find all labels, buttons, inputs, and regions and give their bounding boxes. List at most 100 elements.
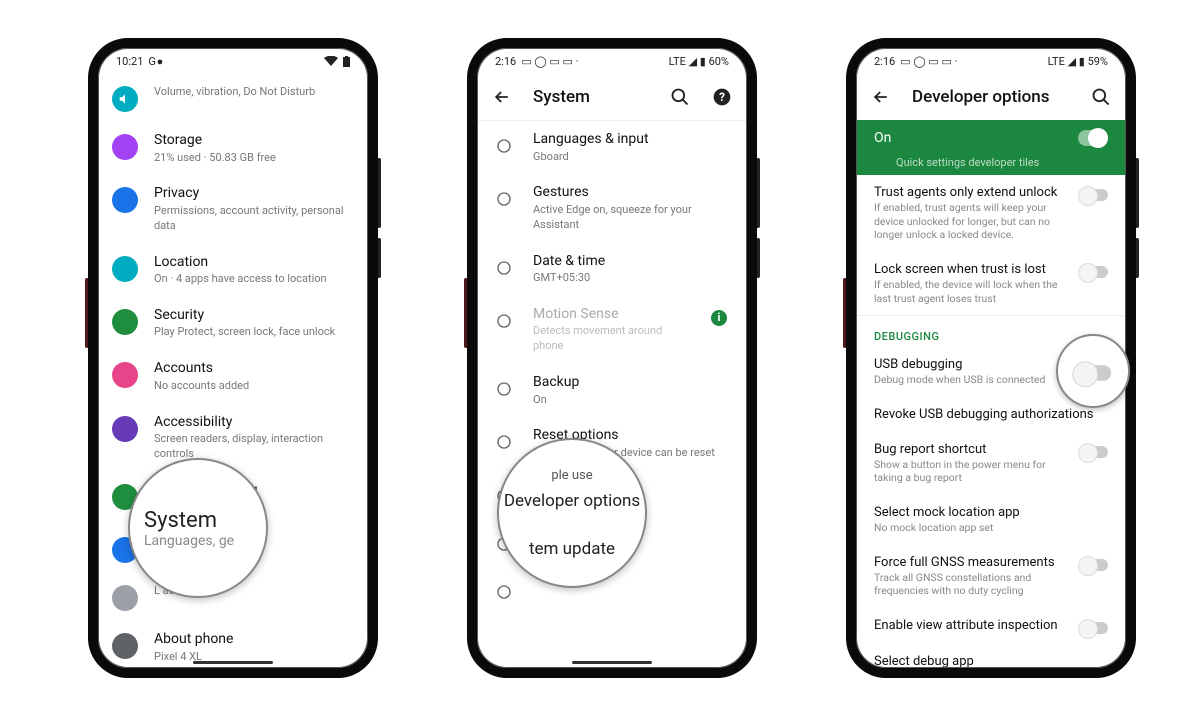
switch-off[interactable] <box>1080 266 1108 278</box>
row-subtitle: Active Edge on, squeeze for your Assista… <box>533 203 733 233</box>
row-subtitle: On · 4 apps have access to location <box>154 272 354 287</box>
row-subtitle: Detects movement around phone <box>533 324 695 354</box>
row-title: Lock screen when trust is lost <box>874 262 1070 277</box>
system-row[interactable]: Date & timeGMT+05:30 <box>477 243 747 296</box>
dev-row[interactable]: Select debug app <box>856 644 1126 668</box>
nav-handle[interactable] <box>193 661 273 664</box>
row-icon <box>112 309 138 335</box>
row-subtitle: No mock location app set <box>874 521 1108 535</box>
row-title: Revoke USB debugging authorizations <box>874 407 1108 422</box>
status-bar: 10:21 G ● <box>98 48 368 74</box>
row-icon <box>112 585 138 611</box>
row-icon <box>112 362 138 388</box>
dev-row[interactable]: Force full GNSS measurementsTrack all GN… <box>856 545 1126 608</box>
row-title: About phone <box>154 631 354 649</box>
row-icon <box>112 256 138 282</box>
system-row[interactable]: BackupOn <box>477 364 747 417</box>
volume-button <box>756 158 760 228</box>
row-icon <box>491 376 517 402</box>
row-subtitle: Screen readers, display, interaction con… <box>154 432 354 462</box>
row-subtitle: Volume, vibration, Do Not Disturb <box>154 85 354 100</box>
row-icon <box>112 416 138 442</box>
master-toggle-banner[interactable]: On <box>856 120 1126 156</box>
phone-developer-options: 2:16 ▭ ◯ ▭ ▭ · LTE ◢ ▮ 59% Developer opt… <box>846 38 1136 678</box>
dev-row[interactable]: Lock screen when trust is lostIf enabled… <box>856 252 1126 315</box>
search-icon[interactable] <box>1090 86 1112 108</box>
help-icon[interactable]: ? <box>711 86 733 108</box>
app-bar: System ? <box>477 74 747 120</box>
power-button <box>756 238 760 278</box>
dev-row[interactable]: Enable view attribute inspection <box>856 608 1126 644</box>
system-row[interactable]: Languages & inputGboard <box>477 121 747 174</box>
row-title: Select mock location app <box>874 505 1108 520</box>
status-time: 10:21 <box>116 55 143 68</box>
phone-settings-main: 10:21 G ● V <box>88 38 378 678</box>
row-title: Gestures <box>533 184 733 202</box>
status-time: 2:16 <box>874 55 895 68</box>
app-bar: Developer options <box>856 74 1126 120</box>
system-row[interactable]: Motion SenseDetects movement around phon… <box>477 296 747 364</box>
zoom-lens-system: System Languages, ge <box>128 458 268 598</box>
switch-off[interactable] <box>1080 559 1108 571</box>
row-icon <box>112 187 138 213</box>
settings-row[interactable]: AccessibilityScreen readers, display, in… <box>98 404 368 472</box>
info-badge-icon[interactable]: i <box>711 310 727 326</box>
zoom-line2: tem update <box>529 539 615 559</box>
master-switch-on[interactable] <box>1078 130 1108 146</box>
row-title: Date & time <box>533 253 733 271</box>
settings-row[interactable]: SecurityPlay Protect, screen lock, face … <box>98 297 368 350</box>
settings-row[interactable]: Storage21% used · 50.83 GB free <box>98 122 368 175</box>
volume-button <box>1135 158 1139 228</box>
settings-row-sound[interactable]: Volume, vibration, Do Not Disturb <box>98 74 368 122</box>
battery-icon <box>343 56 350 67</box>
switch-off[interactable] <box>1080 622 1108 634</box>
row-icon <box>491 255 517 281</box>
row-title: Backup <box>533 374 733 392</box>
back-icon[interactable] <box>870 86 892 108</box>
power-button <box>377 238 381 278</box>
dev-row[interactable]: Bug report shortcutShow a button in the … <box>856 432 1126 495</box>
row-subtitle: Play Protect, screen lock, face unlock <box>154 325 354 340</box>
row-subtitle: If enabled, the device will lock when th… <box>874 278 1070 305</box>
svg-text:?: ? <box>719 90 725 104</box>
settings-row[interactable]: PrivacyPermissions, account activity, pe… <box>98 175 368 243</box>
power-button <box>1135 238 1139 278</box>
row-subtitle: GMT+05:30 <box>533 271 733 286</box>
settings-row[interactable]: AccountsNo accounts added <box>98 350 368 403</box>
status-right: LTE ◢ ▮ 59% <box>1048 55 1108 68</box>
row-title: Location <box>154 254 354 272</box>
row-title: Languages & input <box>533 131 733 149</box>
zoom-above: ple use <box>551 468 592 483</box>
status-left-icons: G ● <box>148 55 162 68</box>
status-left-icons: ▭ ◯ ▭ ▭ · <box>521 55 578 68</box>
zoom-lens-usb-switch <box>1056 334 1130 408</box>
zoom-line1: Developer options <box>504 491 640 511</box>
row-title: Accessibility <box>154 414 354 432</box>
row-title: Enable view attribute inspection <box>874 618 1070 633</box>
pre-section-list[interactable]: Trust agents only extend unlockIf enable… <box>856 175 1126 315</box>
zoom-switch-off <box>1075 365 1111 381</box>
row-icon <box>112 633 138 659</box>
system-row[interactable]: GesturesActive Edge on, squeeze for your… <box>477 174 747 242</box>
back-icon[interactable] <box>491 86 513 108</box>
status-time: 2:16 <box>495 55 516 68</box>
nav-handle[interactable] <box>572 661 652 664</box>
zoom-sub: Languages, ge <box>144 533 266 549</box>
settings-row[interactable]: LocationOn · 4 apps have access to locat… <box>98 244 368 297</box>
switch-off[interactable] <box>1080 446 1108 458</box>
banner-strip: Quick settings developer tiles <box>856 156 1126 175</box>
dev-row[interactable]: Select mock location appNo mock location… <box>856 495 1126 545</box>
master-toggle-label: On <box>874 130 891 146</box>
dev-row[interactable]: Trust agents only extend unlockIf enable… <box>856 175 1126 252</box>
row-subtitle: Permissions, account activity, personal … <box>154 204 354 234</box>
status-left-icons: ▭ ◯ ▭ ▭ · <box>900 55 957 68</box>
switch-off[interactable] <box>1080 189 1108 201</box>
row-title: Select debug app <box>874 654 1108 668</box>
row-title: Accounts <box>154 360 354 378</box>
search-icon[interactable] <box>669 86 691 108</box>
row-icon <box>112 134 138 160</box>
status-bar: 2:16 ▭ ◯ ▭ ▭ · LTE ◢ ▮ 60% <box>477 48 747 74</box>
side-button <box>464 278 468 348</box>
status-bar: 2:16 ▭ ◯ ▭ ▭ · LTE ◢ ▮ 59% <box>856 48 1126 74</box>
side-button <box>85 278 89 348</box>
